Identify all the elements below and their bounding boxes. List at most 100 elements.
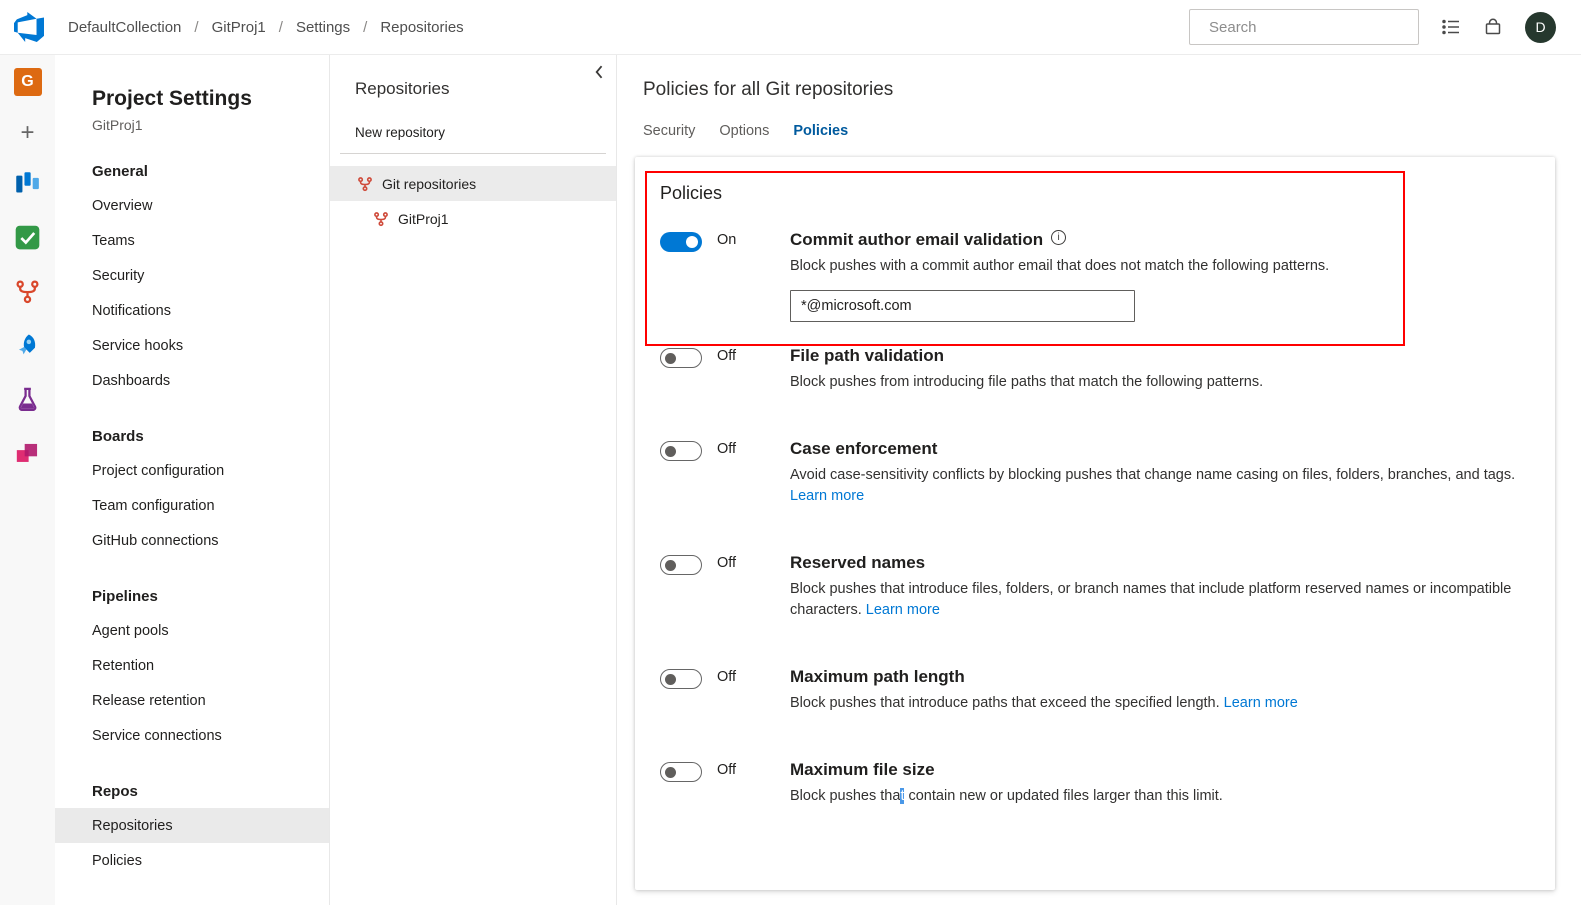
policy-row-commit-author-email-validation: On Commit author email validation i Block…	[660, 230, 1403, 322]
sidebar-item-teams[interactable]: Teams	[55, 223, 329, 258]
artifacts-icon[interactable]	[14, 440, 41, 467]
policy-row-file-path-validation: Off File path validation Block pushes fr…	[635, 346, 1555, 393]
pipelines-icon[interactable]	[14, 332, 41, 359]
policy-description-text: Block pushes tha	[790, 788, 900, 804]
policy-title: File path validation	[790, 346, 1555, 366]
tab-bar: Security Options Policies	[643, 123, 1581, 143]
breadcrumb-separator: /	[194, 19, 198, 36]
project-avatar[interactable]: G	[14, 68, 42, 96]
email-pattern-input[interactable]	[790, 290, 1135, 322]
policy-title: Case enforcement	[790, 439, 1555, 459]
breadcrumb: DefaultCollection / GitProj1 / Settings …	[68, 19, 464, 36]
add-project-icon[interactable]: +	[20, 123, 34, 143]
policy-description: Block pushes that contain new or updated…	[790, 786, 1530, 807]
policy-toggle[interactable]	[660, 762, 702, 782]
policy-title: Reserved names	[790, 553, 1555, 573]
project-settings-sidebar: Project Settings GitProj1 General Overvi…	[55, 55, 330, 905]
user-avatar[interactable]: D	[1525, 12, 1556, 43]
sidebar-item-dashboards[interactable]: Dashboards	[55, 363, 329, 398]
policy-description: Block pushes with a commit author email …	[790, 256, 1403, 277]
sidebar-item-project-configuration[interactable]: Project configuration	[55, 453, 329, 488]
toggle-state-label: Off	[717, 667, 790, 685]
info-icon[interactable]: i	[1051, 230, 1066, 245]
policy-toggle[interactable]	[660, 555, 702, 575]
toggle-state-label: Off	[717, 439, 790, 457]
policy-description: Block pushes that introduce paths that e…	[790, 693, 1530, 714]
repositories-panel: Repositories New repository Git reposito…	[330, 55, 617, 905]
toggle-state-label: Off	[717, 760, 790, 778]
top-bar: DefaultCollection / GitProj1 / Settings …	[0, 0, 1581, 55]
repos-icon[interactable]	[14, 278, 41, 305]
sidebar-item-team-configuration[interactable]: Team configuration	[55, 488, 329, 523]
boards-icon[interactable]	[14, 170, 41, 197]
sidebar-item-overview[interactable]: Overview	[55, 188, 329, 223]
marketplace-bag-icon[interactable]	[1483, 17, 1503, 37]
search-box[interactable]	[1189, 9, 1419, 45]
sidebar-section-repos: Repos	[92, 783, 329, 800]
breadcrumb-item-project[interactable]: GitProj1	[212, 19, 266, 36]
policies-card: Policies On Commit author email validati…	[635, 157, 1555, 890]
toggle-state-label: On	[717, 230, 790, 248]
policy-title: Maximum path length	[790, 667, 1555, 687]
tab-security[interactable]: Security	[643, 123, 695, 143]
breadcrumb-separator: /	[363, 19, 367, 36]
sidebar-project-name: GitProj1	[92, 117, 329, 133]
policy-toggle[interactable]	[660, 669, 702, 689]
learn-more-link[interactable]: Learn more	[1224, 695, 1298, 711]
toggle-state-label: Off	[717, 346, 790, 364]
sidebar-item-notifications[interactable]: Notifications	[55, 293, 329, 328]
work-items-check-icon[interactable]	[14, 224, 41, 251]
policy-toggle[interactable]	[660, 348, 702, 368]
sidebar-item-agent-pools[interactable]: Agent pools	[55, 613, 329, 648]
toggle-state-label: Off	[717, 553, 790, 571]
sidebar-item-github-connections[interactable]: GitHub connections	[55, 523, 329, 558]
tree-item-git-repositories[interactable]: Git repositories	[330, 166, 616, 201]
tab-options[interactable]: Options	[719, 123, 769, 143]
highlight-rectangle: Policies On Commit author email validati…	[645, 171, 1405, 346]
policy-description-text: contain new or updated files larger than…	[904, 788, 1222, 804]
sidebar-item-retention[interactable]: Retention	[55, 648, 329, 683]
sidebar-item-repositories[interactable]: Repositories	[55, 808, 329, 843]
search-input[interactable]	[1209, 19, 1408, 36]
policy-toggle[interactable]	[660, 232, 702, 252]
policy-description-text: Avoid case-sensitivity conflicts by bloc…	[790, 467, 1515, 483]
policy-title: Maximum file size	[790, 760, 1555, 780]
panel-divider	[340, 153, 606, 154]
git-branch-icon	[373, 211, 389, 227]
sidebar-item-service-connections[interactable]: Service connections	[55, 718, 329, 753]
task-list-icon[interactable]	[1441, 17, 1461, 37]
breadcrumb-item-collection[interactable]: DefaultCollection	[68, 19, 181, 36]
azure-devops-logo[interactable]	[14, 12, 44, 42]
sidebar-item-policies[interactable]: Policies	[55, 843, 329, 878]
sidebar-item-service-hooks[interactable]: Service hooks	[55, 328, 329, 363]
policy-description: Avoid case-sensitivity conflicts by bloc…	[790, 465, 1530, 507]
tree-item-label: GitProj1	[398, 211, 449, 227]
policy-title: Commit author email validation i	[790, 230, 1403, 250]
test-plans-icon[interactable]	[14, 386, 41, 413]
new-repository-button[interactable]: New repository	[355, 125, 445, 140]
collapse-panel-icon[interactable]	[590, 63, 608, 81]
policy-row-case-enforcement: Off Case enforcement Avoid case-sensitiv…	[635, 439, 1555, 507]
sidebar-item-release-retention[interactable]: Release retention	[55, 683, 329, 718]
policy-title-text: Commit author email validation	[790, 230, 1043, 249]
policy-row-maximum-file-size: Off Maximum file size Block pushes that …	[635, 760, 1555, 807]
sidebar-item-security[interactable]: Security	[55, 258, 329, 293]
tree-item-gitproj1[interactable]: GitProj1	[330, 201, 616, 236]
policy-row-maximum-path-length: Off Maximum path length Block pushes tha…	[635, 667, 1555, 714]
breadcrumb-item-repositories[interactable]: Repositories	[380, 19, 463, 36]
main-content: Policies for all Git repositories Securi…	[617, 55, 1581, 905]
breadcrumb-separator: /	[279, 19, 283, 36]
policy-toggle[interactable]	[660, 441, 702, 461]
sidebar-title: Project Settings	[92, 87, 329, 111]
sidebar-section-pipelines: Pipelines	[92, 588, 329, 605]
tree-item-label: Git repositories	[382, 176, 476, 192]
policies-section-title: Policies	[660, 183, 1403, 204]
breadcrumb-item-settings[interactable]: Settings	[296, 19, 350, 36]
sidebar-section-general: General	[92, 163, 329, 180]
git-branch-icon	[357, 176, 373, 192]
sidebar-section-boards: Boards	[92, 428, 329, 445]
policy-description-text: Block pushes that introduce paths that e…	[790, 695, 1220, 711]
learn-more-link[interactable]: Learn more	[790, 488, 864, 504]
tab-policies[interactable]: Policies	[793, 123, 848, 143]
learn-more-link[interactable]: Learn more	[866, 602, 940, 618]
